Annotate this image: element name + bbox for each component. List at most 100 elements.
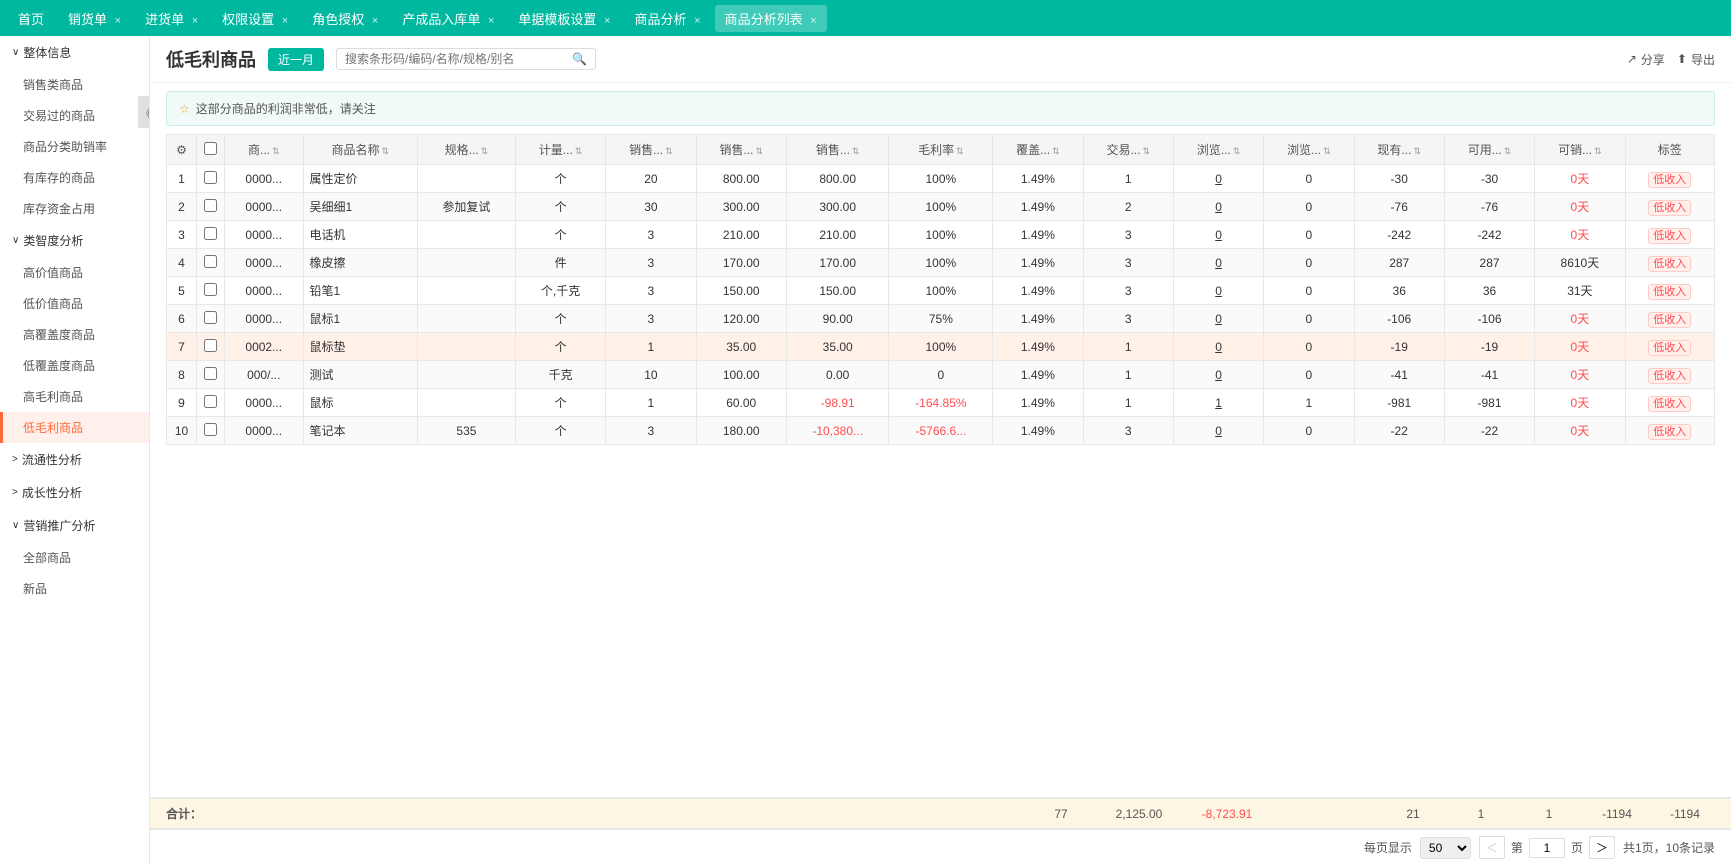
per-page-select[interactable]: 50 100 200 <box>1420 837 1471 859</box>
search-input[interactable] <box>345 52 566 66</box>
col-sales-price[interactable]: 销售...⇅ <box>696 135 786 165</box>
sidebar-item-inventory-funds[interactable]: 库存资金占用 <box>0 193 149 224</box>
sidebar-group-intelligence[interactable]: ∨ 类智度分析 <box>0 224 149 257</box>
row-checkbox[interactable] <box>197 221 225 249</box>
sidebar-collapse-btn[interactable]: 《 <box>138 96 150 128</box>
row-name[interactable]: 属性定价 <box>303 165 417 193</box>
col-coverage[interactable]: 覆盖...⇅ <box>993 135 1083 165</box>
row-views1[interactable]: 0 <box>1173 417 1263 445</box>
nav-permissions[interactable]: 权限设置 × <box>212 5 298 32</box>
sidebar-item-high-margin[interactable]: 高毛利商品 <box>0 381 149 412</box>
row-checkbox[interactable] <box>197 305 225 333</box>
col-stock-sellable[interactable]: 可销...⇅ <box>1535 135 1625 165</box>
col-views2[interactable]: 浏览...⇅ <box>1264 135 1354 165</box>
col-checkbox[interactable] <box>197 135 225 165</box>
row-views1[interactable]: 0 <box>1173 221 1263 249</box>
row-name[interactable]: 吴细细1 <box>303 193 417 221</box>
row-checkbox[interactable] <box>197 389 225 417</box>
sidebar-group-marketing[interactable]: ∨ 营销推广分析 <box>0 509 149 542</box>
sidebar-item-all-goods[interactable]: 全部商品 <box>0 542 149 573</box>
col-settings[interactable]: ⚙ <box>167 135 197 165</box>
row-select[interactable] <box>204 423 217 436</box>
row-select[interactable] <box>204 227 217 240</box>
row-name[interactable]: 测试 <box>303 361 417 389</box>
col-stock-available[interactable]: 可用...⇅ <box>1444 135 1534 165</box>
col-tag[interactable]: 标签 <box>1625 135 1714 165</box>
row-select[interactable] <box>204 339 217 352</box>
col-stock-current[interactable]: 现有...⇅ <box>1354 135 1444 165</box>
row-select[interactable] <box>204 199 217 212</box>
row-select[interactable] <box>204 255 217 268</box>
row-name[interactable]: 鼠标垫 <box>303 333 417 361</box>
row-views1[interactable]: 0 <box>1173 165 1263 193</box>
col-transactions[interactable]: 交易...⇅ <box>1083 135 1173 165</box>
row-name[interactable]: 鼠标1 <box>303 305 417 333</box>
page-input[interactable] <box>1529 838 1565 858</box>
nav-goods-analysis-list[interactable]: 商品分析列表 × <box>715 5 827 32</box>
row-checkbox[interactable] <box>197 249 225 277</box>
sidebar-item-low-margin[interactable]: 低毛利商品 <box>0 412 149 443</box>
close-purchase-tab[interactable]: × <box>192 15 198 27</box>
col-code[interactable]: 商...⇅ <box>225 135 304 165</box>
sidebar-item-high-coverage[interactable]: 高覆盖度商品 <box>0 319 149 350</box>
col-name[interactable]: 商品名称⇅ <box>303 135 417 165</box>
row-checkbox[interactable] <box>197 333 225 361</box>
col-sales-amount[interactable]: 销售...⇅ <box>786 135 889 165</box>
row-select[interactable] <box>204 283 217 296</box>
row-checkbox[interactable] <box>197 361 225 389</box>
row-checkbox[interactable] <box>197 165 225 193</box>
next-page-button[interactable]: ＞ <box>1589 836 1615 859</box>
row-views1[interactable]: 0 <box>1173 249 1263 277</box>
prev-page-button[interactable]: ＜ <box>1479 836 1505 859</box>
nav-templates[interactable]: 单据模板设置 × <box>508 5 620 32</box>
row-select[interactable] <box>204 171 217 184</box>
row-name[interactable]: 笔记本 <box>303 417 417 445</box>
close-goods-analysis-tab[interactable]: × <box>694 15 700 27</box>
sidebar-item-stocked-goods[interactable]: 有库存的商品 <box>0 162 149 193</box>
col-unit[interactable]: 计量...⇅ <box>515 135 605 165</box>
select-all-checkbox[interactable] <box>204 142 217 155</box>
sidebar-item-category-rate[interactable]: 商品分类助销率 <box>0 131 149 162</box>
row-select[interactable] <box>204 395 217 408</box>
row-name[interactable]: 鼠标 <box>303 389 417 417</box>
sidebar-group-growth[interactable]: > 成长性分析 <box>0 476 149 509</box>
row-select[interactable] <box>204 367 217 380</box>
row-name[interactable]: 橡皮擦 <box>303 249 417 277</box>
nav-products[interactable]: 产成品入库单 × <box>392 5 504 32</box>
row-checkbox[interactable] <box>197 193 225 221</box>
nav-roles[interactable]: 角色授权 × <box>302 5 388 32</box>
col-spec[interactable]: 规格...⇅ <box>417 135 515 165</box>
close-templates-tab[interactable]: × <box>604 15 610 27</box>
row-views1[interactable]: 0 <box>1173 361 1263 389</box>
export-button[interactable]: ⬆ 导出 <box>1677 51 1715 68</box>
sidebar-item-low-coverage[interactable]: 低覆盖度商品 <box>0 350 149 381</box>
share-button[interactable]: ↗ 分享 <box>1627 51 1665 68</box>
sidebar-item-new-goods[interactable]: 新品 <box>0 573 149 604</box>
search-icon[interactable]: 🔍 <box>572 52 587 66</box>
row-views1[interactable]: 0 <box>1173 193 1263 221</box>
close-products-tab[interactable]: × <box>488 15 494 27</box>
row-views1[interactable]: 0 <box>1173 333 1263 361</box>
row-views1[interactable]: 0 <box>1173 277 1263 305</box>
nav-purchase[interactable]: 进货单 × <box>135 5 208 32</box>
col-sales-qty[interactable]: 销售...⇅ <box>606 135 696 165</box>
close-roles-tab[interactable]: × <box>372 15 378 27</box>
row-views1[interactable]: 0 <box>1173 305 1263 333</box>
row-checkbox[interactable] <box>197 417 225 445</box>
close-goods-list-tab[interactable]: × <box>810 15 816 27</box>
row-name[interactable]: 电话机 <box>303 221 417 249</box>
close-sales-tab[interactable]: × <box>115 15 121 27</box>
row-views1[interactable]: 1 <box>1173 389 1263 417</box>
row-name[interactable]: 铅笔1 <box>303 277 417 305</box>
settings-icon[interactable]: ⚙ <box>176 143 187 157</box>
nav-home[interactable]: 首页 <box>8 5 54 32</box>
sidebar-group-overall[interactable]: ∨ 整体信息 <box>0 36 149 69</box>
col-views1[interactable]: 浏览...⇅ <box>1173 135 1263 165</box>
sidebar-item-high-value[interactable]: 高价值商品 <box>0 257 149 288</box>
nav-goods-analysis[interactable]: 商品分析 × <box>624 5 710 32</box>
nav-sales[interactable]: 销货单 × <box>58 5 131 32</box>
close-permissions-tab[interactable]: × <box>282 15 288 27</box>
sidebar-item-sales-goods[interactable]: 销售类商品 <box>0 69 149 100</box>
period-button[interactable]: 近一月 <box>268 48 324 71</box>
sidebar-item-low-value[interactable]: 低价值商品 <box>0 288 149 319</box>
